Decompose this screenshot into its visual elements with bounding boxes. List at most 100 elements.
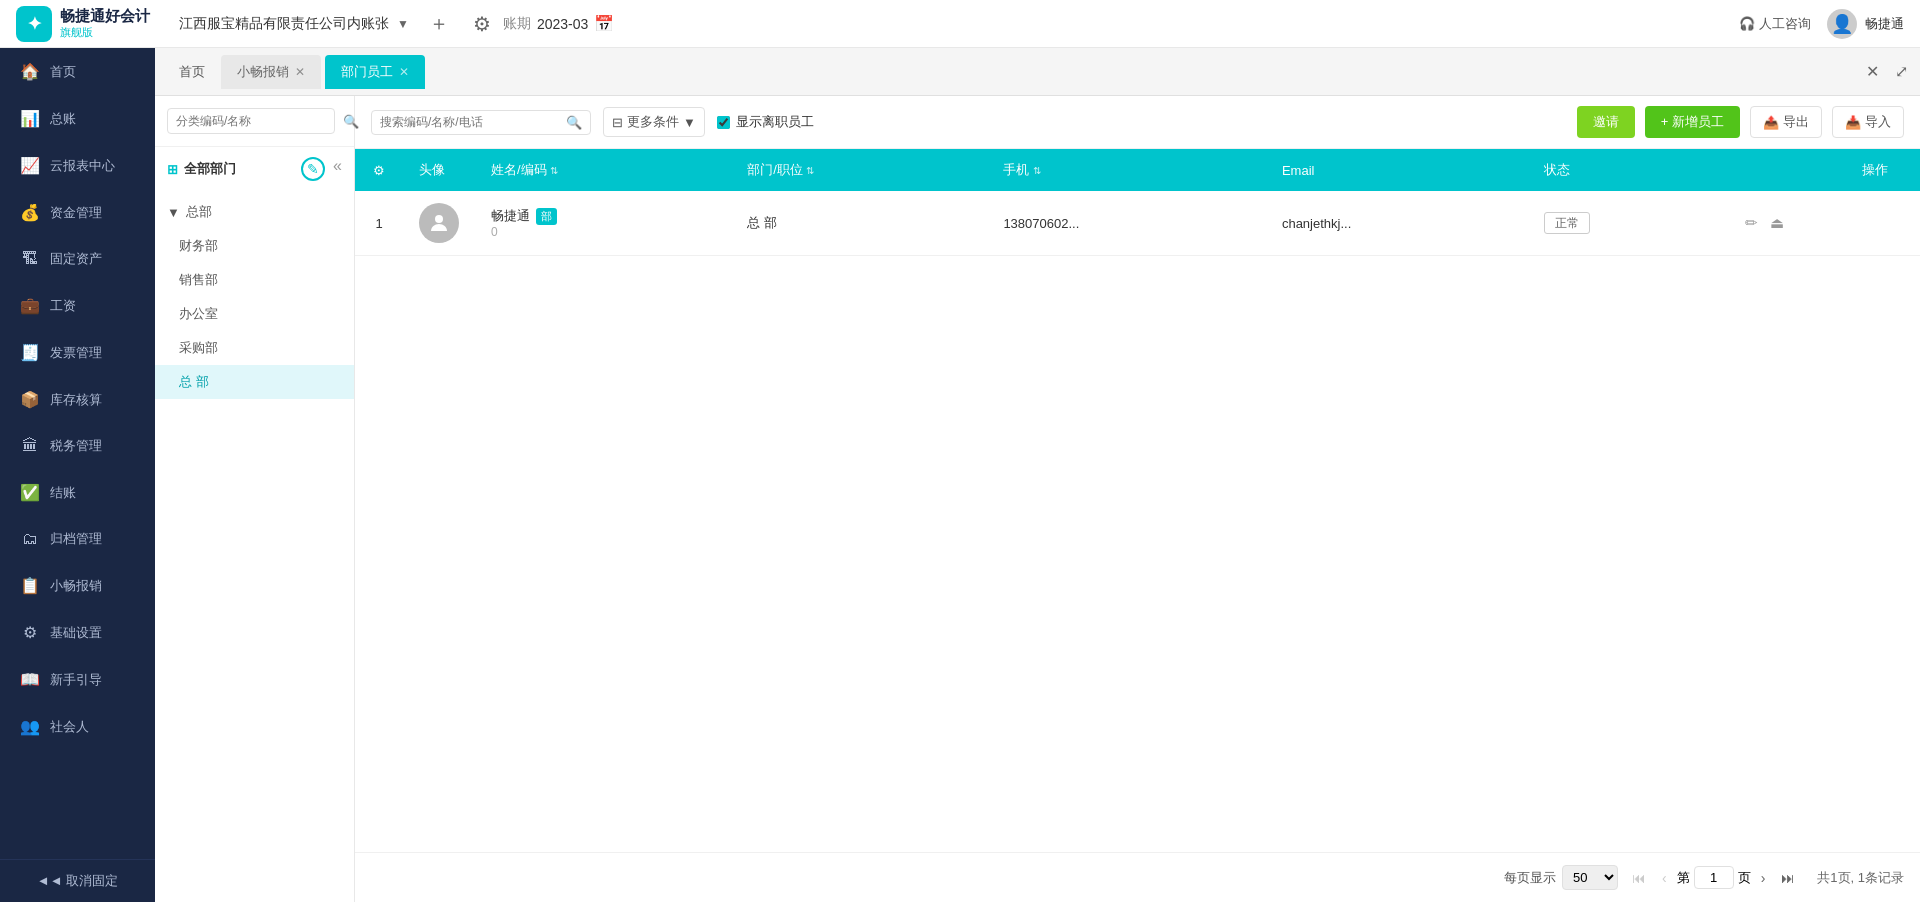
prev-page-button[interactable]: ‹ [1656,867,1673,889]
dept-item-office[interactable]: 办公室 [155,297,354,331]
guide-icon: 📖 [20,670,40,689]
page-content: 🔍 ⊞ 全部部门 ✎ « ▼ [155,96,1920,902]
sidebar-item-reports[interactable]: 📈 云报表中心 [0,142,155,189]
sidebar-item-home[interactable]: 🏠 首页 [0,48,155,95]
col-settings[interactable]: ⚙ [355,149,403,191]
col-actions: 操作 [1729,149,1920,191]
dept-search-input[interactable] [167,108,335,134]
dept-group-general[interactable]: ▼ 总部 [155,195,354,229]
edit-employee-button[interactable]: ✏ [1745,214,1758,232]
avatar: 👤 [1827,9,1857,39]
sidebar-item-close[interactable]: ✅ 结账 [0,469,155,516]
logo-text-wrap: 畅捷通好会计 旗舰版 [60,7,150,40]
dept-item-finance[interactable]: 财务部 [155,229,354,263]
tab-dept-employee[interactable]: 部门员工 ✕ [325,55,425,89]
add-employee-button[interactable]: + 新增员工 [1645,106,1740,138]
cancel-fixed-button[interactable]: ◄◄ 取消固定 [0,859,155,902]
toolbar-right: 邀请 + 新增员工 📤 导出 📥 导入 [1577,106,1904,138]
sidebar-label-social: 社会人 [50,718,89,736]
row-email: chanjethkj... [1266,191,1528,256]
employee-avatar [419,203,459,243]
sidebar-item-inventory[interactable]: 📦 库存核算 [0,376,155,423]
tab-home[interactable]: 首页 [163,55,221,89]
col-email: Email [1266,149,1528,191]
employee-code: 0 [491,225,715,239]
export-label: 导出 [1783,113,1809,131]
next-page-button[interactable]: › [1755,867,1772,889]
assets-icon: 🏗 [20,250,40,268]
sidebar-item-archive[interactable]: 🗂 归档管理 [0,516,155,562]
sidebar-label-archive: 归档管理 [50,530,102,548]
sort-name-icon: ⇅ [550,165,558,176]
employee-search-input[interactable] [380,115,560,129]
logo-title: 畅捷通好会计 [60,7,150,25]
page-input[interactable] [1694,866,1734,889]
calendar-icon[interactable]: 📅 [594,14,614,33]
show-resigned-checkbox[interactable] [717,116,730,129]
sidebar-label-inventory: 库存核算 [50,391,102,409]
tab-dept-close[interactable]: ✕ [399,65,409,79]
sidebar-label-salary: 工资 [50,297,76,315]
row-phone: 138070602... [987,191,1266,256]
dept-grid-icon: ⊞ [167,162,178,177]
dept-header-right: ✎ « [301,157,342,181]
col-status: 状态 [1528,149,1729,191]
row-dept: 总 部 [731,191,987,256]
user-area[interactable]: 👤 畅捷通 [1827,9,1904,39]
dept-item-purchase[interactable]: 采购部 [155,331,354,365]
show-resigned-toggle[interactable]: 显示离职员工 [717,113,814,131]
page-size-wrap: 每页显示 50 20 100 [1504,865,1618,890]
tab-expand-button[interactable]: ⤢ [1891,58,1912,85]
sidebar-item-assets[interactable]: 🏗 固定资产 [0,236,155,282]
filter-chevron-icon: ▼ [683,115,696,130]
sidebar-item-guide[interactable]: 📖 新手引导 [0,656,155,703]
dept-edit-button[interactable]: ✎ [301,157,325,181]
col-dept[interactable]: 部门/职位 ⇅ [731,149,987,191]
top-actions: ＋ ⚙ [425,6,495,41]
dept-collapse-button[interactable]: « [333,157,342,181]
dept-header-left: ⊞ 全部部门 [167,160,236,178]
company-selector[interactable]: 江西服宝精品有限责任公司内账张 ▼ [179,15,409,33]
sidebar-item-tax[interactable]: 🏛 税务管理 [0,423,155,469]
per-page-select[interactable]: 50 20 100 [1562,865,1618,890]
invite-button[interactable]: 邀请 [1577,106,1635,138]
service-button[interactable]: 🎧 人工咨询 [1739,15,1811,33]
sidebar-label-basic: 基础设置 [50,624,102,642]
tab-expense[interactable]: 小畅报销 ✕ [221,55,321,89]
home-icon: 🏠 [20,62,40,81]
dept-item-sales[interactable]: 销售部 [155,263,354,297]
export-button[interactable]: 📤 导出 [1750,106,1822,138]
sidebar-label-ledger: 总账 [50,110,76,128]
col-name[interactable]: 姓名/编码 ⇅ [475,149,731,191]
export-icon: 📤 [1763,115,1779,130]
close-period-icon: ✅ [20,483,40,502]
all-dept-label: 全部部门 [184,160,236,178]
sidebar-label-assets: 固定资产 [50,250,102,268]
period-label: 账期 [503,15,531,33]
sidebar-item-salary[interactable]: 💼 工资 [0,282,155,329]
col-phone[interactable]: 手机 ⇅ [987,149,1266,191]
logout-employee-button[interactable]: ⏏ [1770,214,1784,232]
sort-phone-icon: ⇅ [1033,165,1041,176]
sidebar-item-expense[interactable]: 📋 小畅报销 [0,562,155,609]
add-account-button[interactable]: ＋ [425,6,453,41]
last-page-button[interactable]: ⏭ [1775,867,1801,889]
sidebar-item-invoice[interactable]: 🧾 发票管理 [0,329,155,376]
sidebar-item-basic[interactable]: ⚙ 基础设置 [0,609,155,656]
tab-close-all-button[interactable]: ✕ [1862,58,1883,85]
tab-expense-close[interactable]: ✕ [295,65,305,79]
settings-button[interactable]: ⚙ [469,8,495,40]
sort-dept-icon: ⇅ [806,165,814,176]
dept-item-general-hq[interactable]: 总 部 [155,365,354,399]
sidebar-item-social[interactable]: 👥 社会人 [0,703,155,750]
sidebar-item-ledger[interactable]: 📊 总账 [0,95,155,142]
sidebar-item-funds[interactable]: 💰 资金管理 [0,189,155,236]
first-page-button[interactable]: ⏮ [1626,867,1652,889]
search-icon[interactable]: 🔍 [566,115,582,130]
reports-icon: 📈 [20,156,40,175]
import-button[interactable]: 📥 导入 [1832,106,1904,138]
expand-icon: ▼ [167,205,180,220]
dept-group-label: 总部 [186,203,212,221]
tab-right-buttons: ✕ ⤢ [1862,58,1912,85]
filter-button[interactable]: ⊟ 更多条件 ▼ [603,107,705,137]
